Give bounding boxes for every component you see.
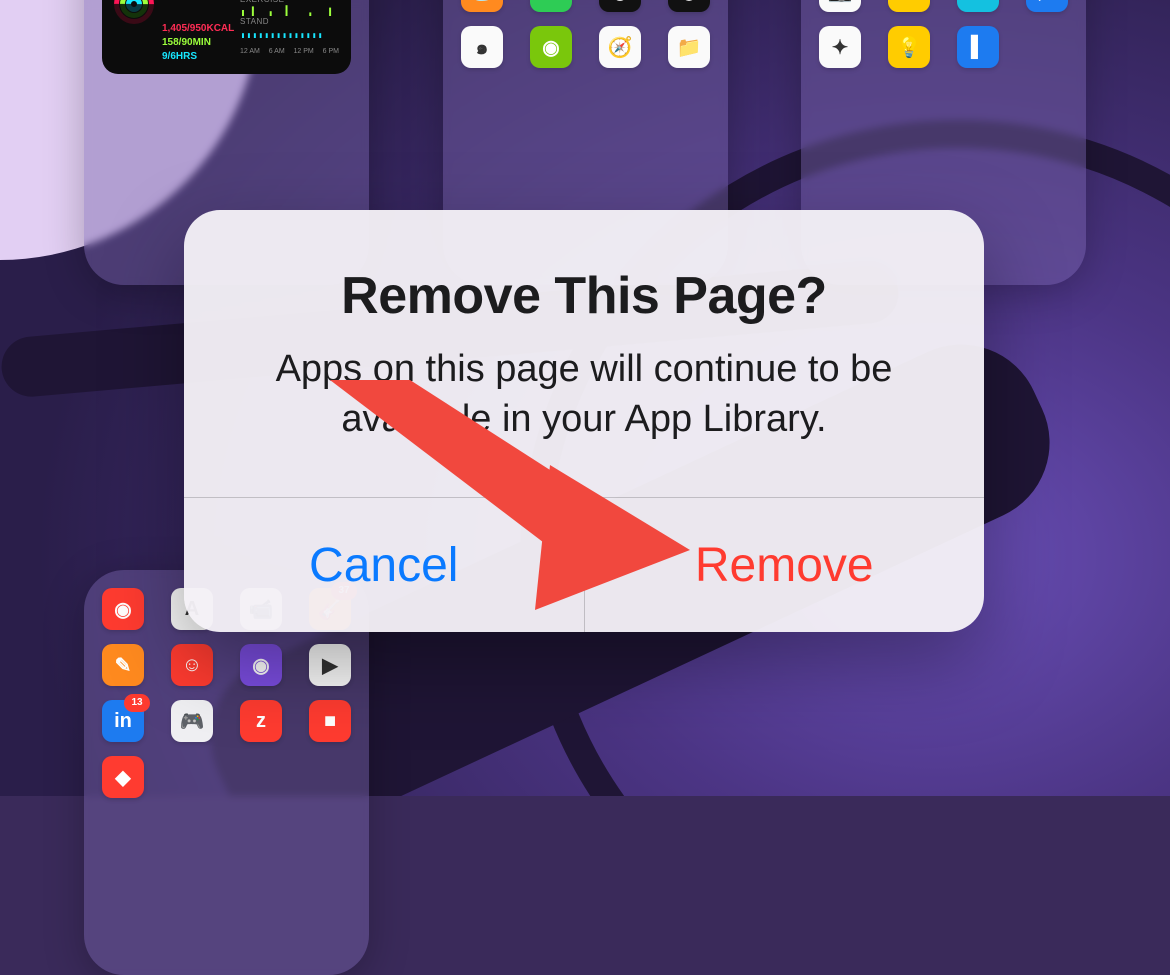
cancel-button[interactable]: Cancel <box>184 498 585 632</box>
fitness-stand-value: 9/6HRS <box>162 50 240 64</box>
app-amazon-music[interactable]: ♪ <box>957 0 999 12</box>
alert-message: Apps on this page will continue to be av… <box>224 344 944 444</box>
app-prime-video[interactable]: ▶ <box>1026 0 1068 12</box>
fitness-move-value: 1,405/950KCAL <box>162 22 240 36</box>
app-zomato[interactable]: z <box>240 700 282 742</box>
app-linkedin[interactable]: in13 <box>102 700 144 742</box>
app-safari[interactable]: 🧭 <box>599 26 641 68</box>
app-tips[interactable]: 💡 <box>888 26 930 68</box>
app-fitness[interactable]: ◎ <box>599 0 641 12</box>
fitness-widget[interactable]: 1,405/950KCAL 158/90MIN 9/6HRS MOVE EXER… <box>102 0 351 74</box>
app-pages[interactable]: ✎ <box>102 644 144 686</box>
remove-page-alert: Remove This Page? Apps on this page will… <box>184 210 984 632</box>
app-amazon[interactable]: ⌣ <box>888 0 930 12</box>
app-swirl-app[interactable]: ๑ <box>461 26 503 68</box>
fitness-metrics: 1,405/950KCAL 158/90MIN 9/6HRS <box>162 0 240 64</box>
app-whatsapp[interactable]: ✆6 <box>530 0 572 12</box>
badge: 13 <box>124 694 150 712</box>
remove-button[interactable]: Remove <box>585 498 985 632</box>
app-keynote[interactable]: ▌ <box>957 26 999 68</box>
alert-title: Remove This Page? <box>224 266 944 326</box>
fitness-exercise-value: 158/90MIN <box>162 36 240 50</box>
app-shirt-app[interactable]: 👕1 <box>461 0 503 12</box>
app-compass-app[interactable]: ◉ <box>530 26 572 68</box>
app-red-app[interactable]: ◉ <box>102 588 144 630</box>
app-podcasts[interactable]: ◉ <box>240 644 282 686</box>
app-kids-app[interactable]: ☺ <box>171 644 213 686</box>
app-game-app[interactable]: 🎮 <box>171 700 213 742</box>
alert-buttons: Cancel Remove <box>184 497 984 632</box>
app-instagram[interactable]: 📷6 <box>819 0 861 12</box>
app-clock[interactable]: ◷ <box>668 0 710 12</box>
activity-rings-icon <box>114 0 154 24</box>
app-red-app-3[interactable]: ◆ <box>102 756 144 798</box>
app-files[interactable]: 📁 <box>668 26 710 68</box>
app-google-photos[interactable]: ✦ <box>819 26 861 68</box>
app-play-app[interactable]: ▶ <box>309 644 351 686</box>
app-red-app-2[interactable]: ■ <box>309 700 351 742</box>
fitness-bars: MOVE EXERCISE STAND 12 AM 6 AM 12 PM 6 P… <box>240 0 339 64</box>
app-grid: A⚙G▶159💳⚙◎▶👕1✆6◎◷๑◉🧭📁 <box>461 0 710 68</box>
app-grid: ■⬤✿MPJZM14,290📷6⌣♪▶✦💡▌ <box>819 0 1068 68</box>
